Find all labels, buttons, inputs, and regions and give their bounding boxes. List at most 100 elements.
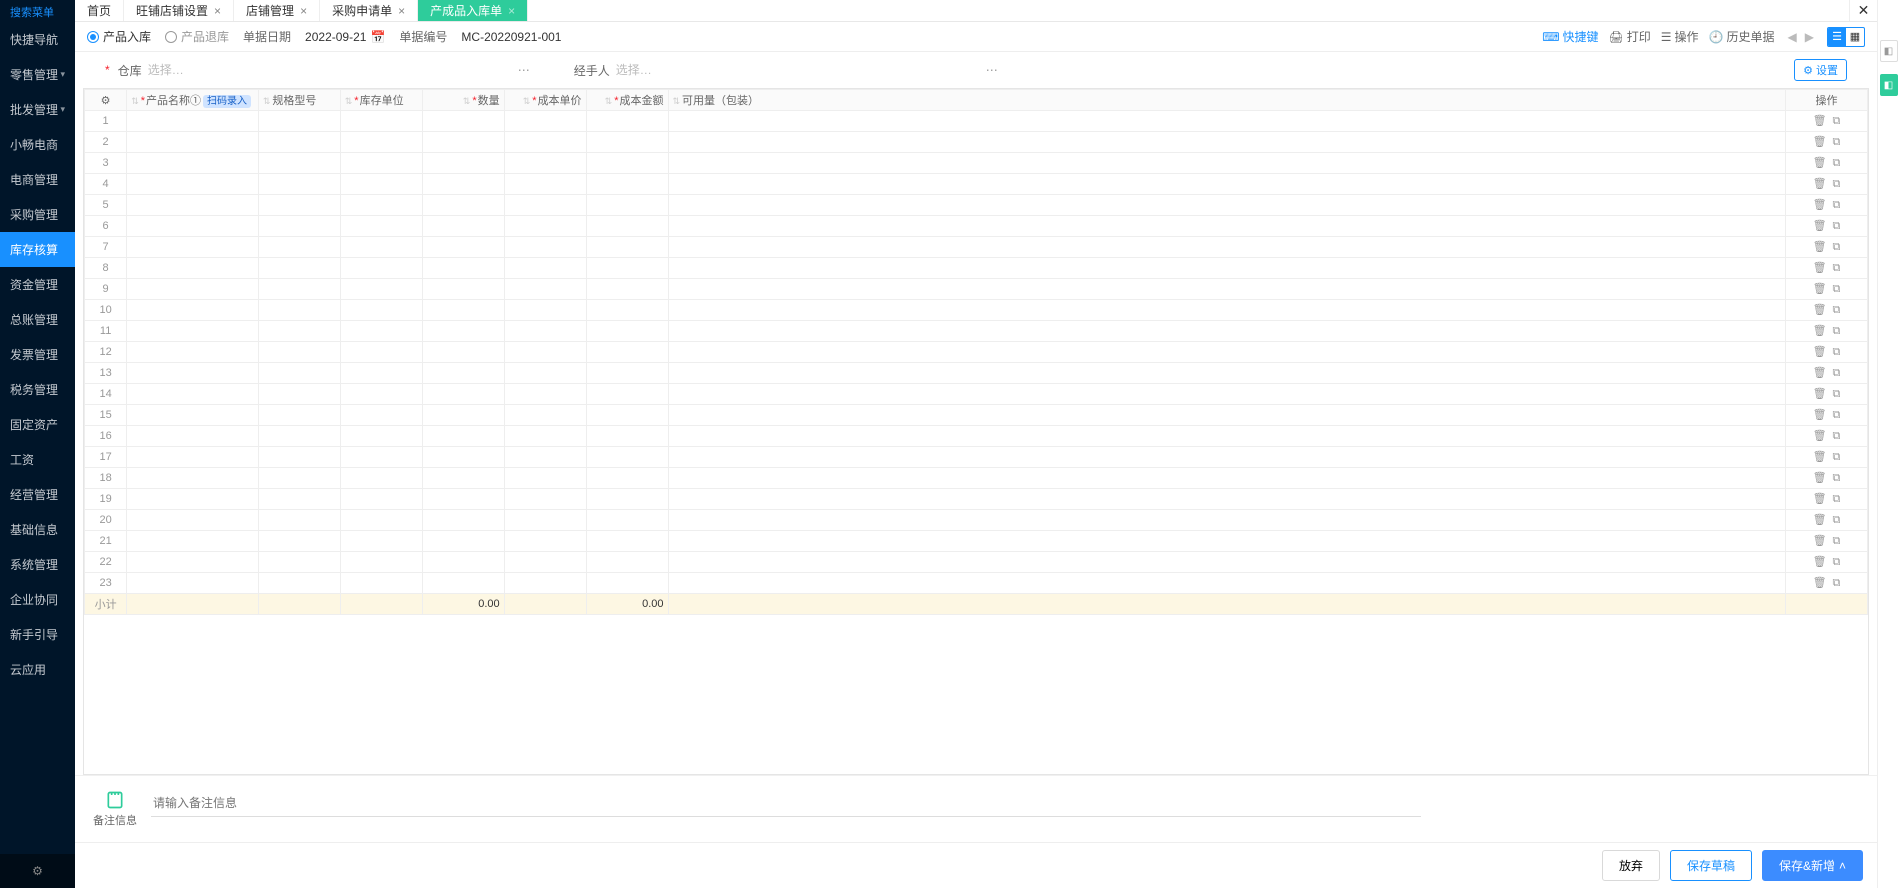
- sidebar-item[interactable]: 零售管理▾: [0, 57, 75, 92]
- sidebar-item[interactable]: 系统管理: [0, 547, 75, 582]
- table-row[interactable]: 23🗑⧉: [85, 573, 1868, 594]
- delete-icon[interactable]: 🗑: [1813, 430, 1827, 442]
- sidebar-item[interactable]: 资金管理: [0, 267, 75, 302]
- sidebar-item[interactable]: 批发管理▾: [0, 92, 75, 127]
- sidebar-item[interactable]: 发票管理: [0, 337, 75, 372]
- delete-icon[interactable]: 🗑: [1813, 367, 1827, 379]
- tab[interactable]: 旺铺店铺设置×: [124, 0, 234, 21]
- sidebar-item[interactable]: 新手引导: [0, 617, 75, 652]
- copy-icon[interactable]: ⧉: [1833, 556, 1841, 568]
- delete-icon[interactable]: 🗑: [1813, 304, 1827, 316]
- search-menu[interactable]: 搜索菜单: [0, 0, 75, 22]
- save-and-new-button[interactable]: 保存&新增 ˄: [1762, 850, 1863, 881]
- sidebar-item[interactable]: 企业协同: [0, 582, 75, 617]
- sidebar-item[interactable]: 小畅电商: [0, 127, 75, 162]
- table-row[interactable]: 12🗑⧉: [85, 342, 1868, 363]
- copy-icon[interactable]: ⧉: [1833, 493, 1841, 505]
- copy-icon[interactable]: ⧉: [1833, 451, 1841, 463]
- col-unit[interactable]: ⇅*库存单位: [340, 90, 422, 111]
- table-row[interactable]: 21🗑⧉: [85, 531, 1868, 552]
- delete-icon[interactable]: 🗑: [1813, 178, 1827, 190]
- radio-product-in[interactable]: 产品入库: [87, 28, 151, 45]
- close-icon[interactable]: ×: [398, 4, 405, 18]
- date-value[interactable]: 2022-09-21📅: [305, 30, 385, 44]
- copy-icon[interactable]: ⧉: [1833, 220, 1841, 232]
- table-row[interactable]: 15🗑⧉: [85, 405, 1868, 426]
- print-button[interactable]: 🖨 打印: [1609, 28, 1651, 45]
- table-row[interactable]: 2🗑⧉: [85, 132, 1868, 153]
- table-row[interactable]: 6🗑⧉: [85, 216, 1868, 237]
- table-row[interactable]: 8🗑⧉: [85, 258, 1868, 279]
- grid-view-icon[interactable]: ▦: [1846, 28, 1864, 46]
- sidebar-item[interactable]: 采购管理: [0, 197, 75, 232]
- warehouse-field[interactable]: *仓库 选择… ⋯: [105, 61, 534, 79]
- delete-icon[interactable]: 🗑: [1813, 325, 1827, 337]
- table-row[interactable]: 11🗑⧉: [85, 321, 1868, 342]
- delete-icon[interactable]: 🗑: [1813, 472, 1827, 484]
- delete-icon[interactable]: 🗑: [1813, 514, 1827, 526]
- discard-button[interactable]: 放弃: [1602, 850, 1660, 881]
- table-row[interactable]: 7🗑⧉: [85, 237, 1868, 258]
- copy-icon[interactable]: ⧉: [1833, 409, 1841, 421]
- sidebar-item[interactable]: 税务管理: [0, 372, 75, 407]
- delete-icon[interactable]: 🗑: [1813, 493, 1827, 505]
- remark-input[interactable]: [151, 790, 1421, 817]
- delete-icon[interactable]: 🗑: [1813, 577, 1827, 589]
- table-row[interactable]: 20🗑⧉: [85, 510, 1868, 531]
- tab[interactable]: 店铺管理×: [234, 0, 320, 21]
- copy-icon[interactable]: ⧉: [1833, 430, 1841, 442]
- table-row[interactable]: 3🗑⧉: [85, 153, 1868, 174]
- col-spec[interactable]: ⇅规格型号: [258, 90, 340, 111]
- table-row[interactable]: 18🗑⧉: [85, 468, 1868, 489]
- copy-icon[interactable]: ⧉: [1833, 241, 1841, 253]
- delete-icon[interactable]: 🗑: [1813, 409, 1827, 421]
- copy-icon[interactable]: ⧉: [1833, 325, 1841, 337]
- sidebar-item[interactable]: 快捷导航: [0, 22, 75, 57]
- tab[interactable]: 采购申请单×: [320, 0, 418, 21]
- table-row[interactable]: 4🗑⧉: [85, 174, 1868, 195]
- col-available[interactable]: ⇅可用量（包装）: [668, 90, 1785, 111]
- delete-icon[interactable]: 🗑: [1813, 136, 1827, 148]
- sidebar-item[interactable]: 经营管理: [0, 477, 75, 512]
- list-view-icon[interactable]: ☰: [1828, 28, 1846, 46]
- copy-icon[interactable]: ⧉: [1833, 283, 1841, 295]
- calendar-icon[interactable]: 📅: [370, 30, 385, 44]
- delete-icon[interactable]: 🗑: [1813, 115, 1827, 127]
- table-row[interactable]: 5🗑⧉: [85, 195, 1868, 216]
- delete-icon[interactable]: 🗑: [1813, 220, 1827, 232]
- copy-icon[interactable]: ⧉: [1833, 577, 1841, 589]
- copy-icon[interactable]: ⧉: [1833, 262, 1841, 274]
- radio-product-out[interactable]: 产品退库: [165, 28, 229, 45]
- copy-icon[interactable]: ⧉: [1833, 136, 1841, 148]
- sidebar-item[interactable]: 固定资产: [0, 407, 75, 442]
- sidebar-item[interactable]: 电商管理: [0, 162, 75, 197]
- delete-icon[interactable]: 🗑: [1813, 451, 1827, 463]
- sidebar-item[interactable]: 总账管理: [0, 302, 75, 337]
- close-icon[interactable]: ×: [508, 4, 515, 18]
- settings-button[interactable]: ⚙ 设置: [1794, 59, 1847, 81]
- tab[interactable]: 产成品入库单×: [418, 0, 528, 21]
- strip-icon-2[interactable]: ◧: [1880, 74, 1898, 96]
- save-draft-button[interactable]: 保存草稿: [1670, 850, 1752, 881]
- table-row[interactable]: 9🗑⧉: [85, 279, 1868, 300]
- copy-icon[interactable]: ⧉: [1833, 178, 1841, 190]
- copy-icon[interactable]: ⧉: [1833, 304, 1841, 316]
- table-row[interactable]: 19🗑⧉: [85, 489, 1868, 510]
- sidebar-item[interactable]: 工资: [0, 442, 75, 477]
- close-icon[interactable]: ✕: [1849, 0, 1877, 21]
- delete-icon[interactable]: 🗑: [1813, 283, 1827, 295]
- more-icon[interactable]: ⋯: [982, 63, 1002, 77]
- delete-icon[interactable]: 🗑: [1813, 157, 1827, 169]
- delete-icon[interactable]: 🗑: [1813, 346, 1827, 358]
- copy-icon[interactable]: ⧉: [1833, 115, 1841, 127]
- close-icon[interactable]: ×: [214, 4, 221, 18]
- delete-icon[interactable]: 🗑: [1813, 241, 1827, 253]
- next-icon[interactable]: ▶: [1802, 30, 1817, 44]
- sidebar-item[interactable]: 库存核算: [0, 232, 75, 267]
- copy-icon[interactable]: ⧉: [1833, 367, 1841, 379]
- copy-icon[interactable]: ⧉: [1833, 514, 1841, 526]
- copy-icon[interactable]: ⧉: [1833, 535, 1841, 547]
- close-icon[interactable]: ×: [300, 4, 307, 18]
- ops-button[interactable]: ☰ 操作: [1661, 28, 1699, 45]
- col-amount[interactable]: ⇅*成本金额: [586, 90, 668, 111]
